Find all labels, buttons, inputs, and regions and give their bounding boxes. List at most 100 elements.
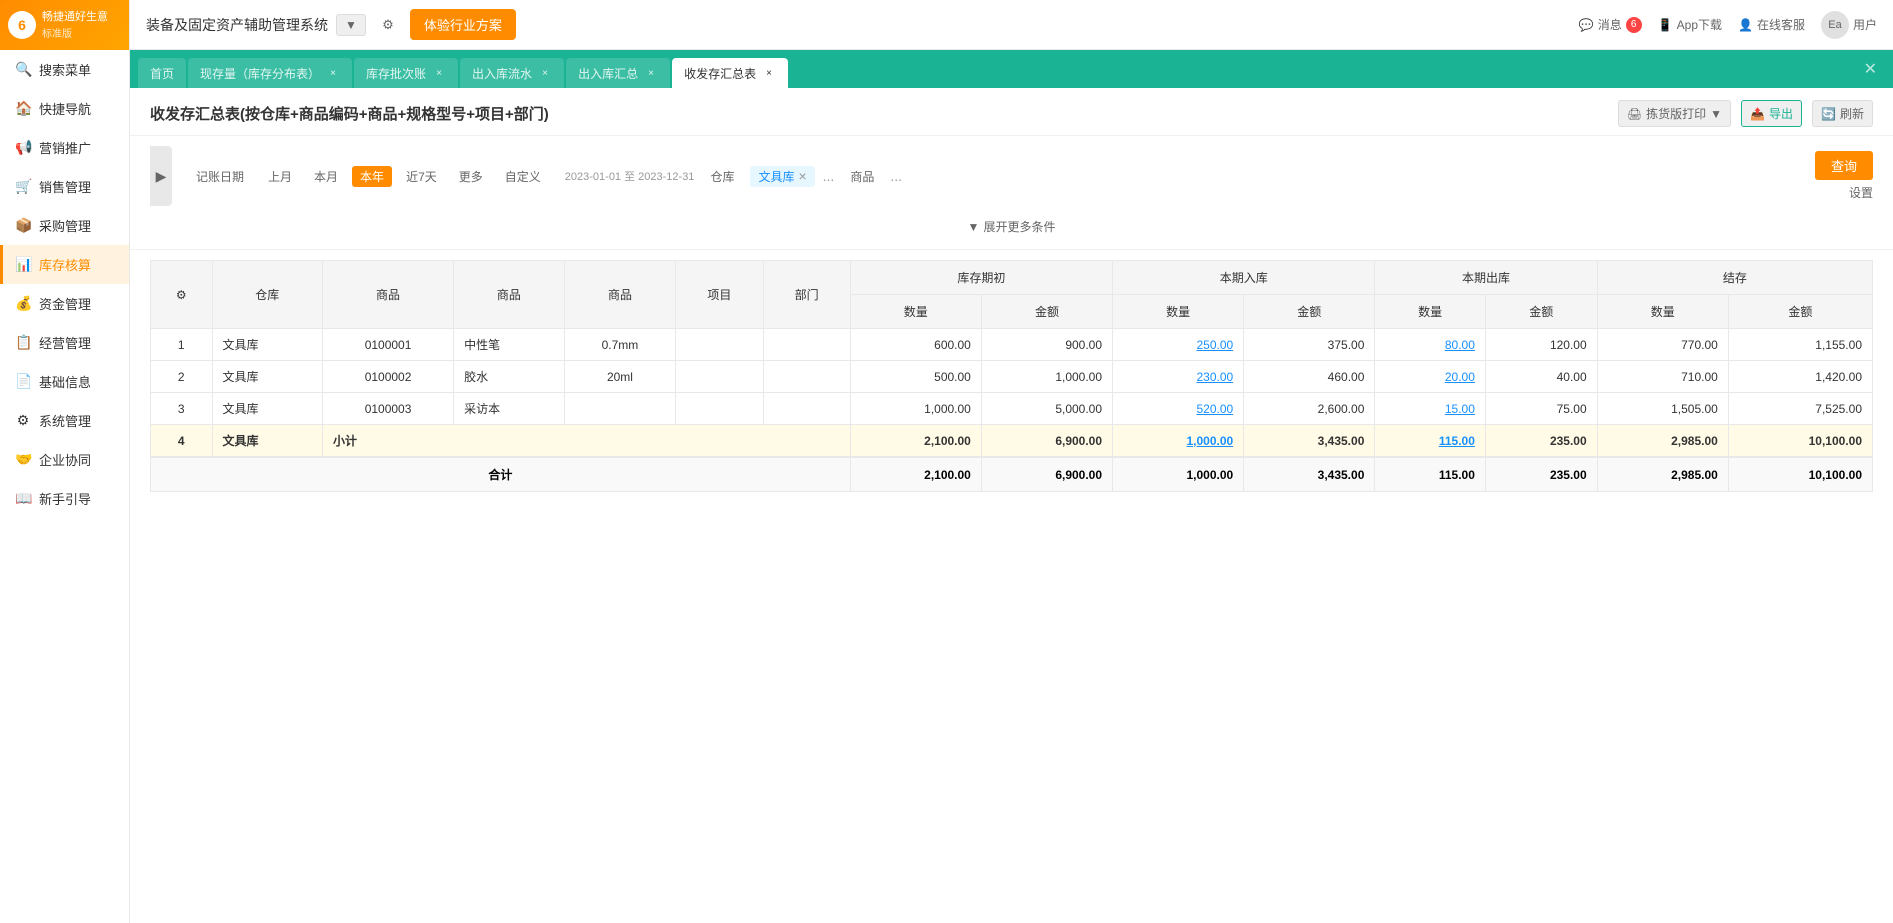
sidebar-item-operations[interactable]: 📋 经营管理	[0, 323, 129, 362]
cell-in-qty-2[interactable]: 520.00	[1113, 393, 1244, 425]
th-dept: 部门	[763, 261, 850, 329]
finance-icon: 💰	[15, 295, 31, 312]
tab-2[interactable]: 库存批次账 ×	[354, 58, 458, 88]
cell-out-qty-1[interactable]: 20.00	[1375, 361, 1486, 393]
sidebar-item-search[interactable]: 🔍 搜索菜单	[0, 50, 129, 89]
date-btn-7days[interactable]: 近7天	[398, 166, 445, 187]
marketing-label: 营销推广	[39, 138, 91, 157]
date-btn-more[interactable]: 更多	[451, 166, 491, 187]
tab-label-3: 出入库流水	[472, 65, 532, 82]
total-bal-qty: 2,985.00	[1597, 457, 1728, 492]
sidebar-item-marketing[interactable]: 📢 营销推广	[0, 128, 129, 167]
cell-out-amt-1: 40.00	[1485, 361, 1597, 393]
cell-out-qty-2[interactable]: 15.00	[1375, 393, 1486, 425]
th-in-group: 本期入库	[1113, 261, 1375, 295]
sidebar-item-collab[interactable]: 🤝 企业协同	[0, 440, 129, 479]
service-icon: 👤	[1738, 18, 1753, 32]
sidebar-item-basic-info[interactable]: 📄 基础信息	[0, 362, 129, 401]
cell-dept-2	[763, 393, 850, 425]
marketing-icon: 📢	[15, 139, 31, 156]
cell-in-qty-1[interactable]: 230.00	[1113, 361, 1244, 393]
th-code: 商品	[322, 261, 453, 329]
cell-init-amt-2: 5,000.00	[981, 393, 1112, 425]
date-btn-custom[interactable]: 自定义	[497, 166, 549, 187]
refresh-btn[interactable]: 🔄 刷新	[1812, 100, 1873, 127]
settings-link[interactable]: 设置	[1849, 184, 1873, 201]
th-out-group: 本期出库	[1375, 261, 1597, 295]
sidebar-item-quick-nav[interactable]: 🏠 快捷导航	[0, 89, 129, 128]
header-right: 💬 消息 6 📱 App下载 👤 在线客服 Ea 用户	[1579, 11, 1877, 39]
operations-label: 经营管理	[39, 333, 91, 352]
cell-code-1: 0100002	[322, 361, 453, 393]
table-row: 1 文具库 0100001 中性笔 0.7mm 600.00 900.00 25…	[151, 329, 1873, 361]
th-spec: 商品	[564, 261, 676, 329]
date-btn-this-year[interactable]: 本年	[352, 166, 392, 187]
goods-more-btn[interactable]: ...	[890, 168, 902, 184]
inventory-icon: 📊	[15, 256, 31, 273]
sidebar-item-finance[interactable]: 💰 资金管理	[0, 284, 129, 323]
cell-spec-1: 20ml	[564, 361, 676, 393]
table-area: ⚙ 仓库 商品 商品 商品 项目 部门 库存期初 本期入库 本期出库 结存 数量	[130, 250, 1893, 502]
user-action[interactable]: Ea 用户	[1821, 11, 1877, 39]
message-action[interactable]: 💬 消息 6	[1579, 16, 1642, 33]
sidebar-item-guide[interactable]: 📖 新手引导	[0, 479, 129, 518]
app-download-action[interactable]: 📱 App下载	[1658, 16, 1722, 33]
th-config[interactable]: ⚙	[151, 261, 213, 329]
message-icon: 💬	[1579, 18, 1594, 32]
tab-3[interactable]: 出入库流水 ×	[460, 58, 564, 88]
cell-bal-amt-0: 1,155.00	[1728, 329, 1872, 361]
warehouse-tag-close[interactable]: ×	[798, 168, 806, 184]
cell-spec-2	[564, 393, 676, 425]
system-icon: ⚙	[15, 412, 31, 429]
tabs-bar: 首页现存量（库存分布表）×库存批次账×出入库流水×出入库汇总×收发存汇总表× ✕	[130, 50, 1893, 88]
system-selector[interactable]: ▼	[336, 14, 366, 36]
filter-toggle-arrow[interactable]: ▶	[150, 146, 172, 206]
tab-4[interactable]: 出入库汇总×	[566, 58, 670, 88]
cell-name-1: 胶水	[454, 361, 564, 393]
tab-close-2[interactable]: ×	[432, 66, 446, 80]
subtotal-in-qty[interactable]: 1,000.00	[1113, 425, 1244, 458]
tab-5[interactable]: 收发存汇总表×	[672, 58, 788, 88]
tab-0[interactable]: 首页	[138, 58, 186, 88]
date-btn-this-month[interactable]: 本月	[306, 166, 346, 187]
th-in-amt: 金额	[1244, 295, 1375, 329]
system-title: 装备及固定资产辅助管理系统	[146, 15, 328, 35]
cell-bal-amt-2: 7,525.00	[1728, 393, 1872, 425]
cell-project-2	[676, 393, 763, 425]
main-content: 装备及固定资产辅助管理系统 ▼ ⚙ 体验行业方案 💬 消息 6 📱 App下载 …	[130, 0, 1893, 923]
tab-close-4[interactable]: ×	[644, 66, 658, 80]
phone-icon: 📱	[1658, 18, 1673, 32]
query-btn[interactable]: 查询	[1815, 151, 1873, 180]
cell-warehouse-2: 文具库	[212, 393, 322, 425]
tab-label-1: 现存量（库存分布表）	[200, 65, 320, 82]
print-btn[interactable]: 🖨 拣货版打印 ▼	[1618, 100, 1731, 127]
tab-1[interactable]: 现存量（库存分布表） ×	[188, 58, 352, 88]
sidebar-item-purchase[interactable]: 📦 采购管理	[0, 206, 129, 245]
message-label: 消息	[1598, 16, 1622, 33]
sidebar-item-sales[interactable]: 🛒 销售管理	[0, 167, 129, 206]
cell-in-qty-0[interactable]: 250.00	[1113, 329, 1244, 361]
tab-close-3[interactable]: ×	[538, 66, 552, 80]
basic-info-label: 基础信息	[39, 372, 91, 391]
expand-icon: ▼	[968, 220, 980, 234]
tab-label-2: 库存批次账	[366, 65, 426, 82]
export-btn[interactable]: 📤 导出	[1741, 100, 1802, 127]
cell-no-0: 1	[151, 329, 213, 361]
subtotal-in-amt: 3,435.00	[1244, 425, 1375, 458]
sidebar-item-inventory[interactable]: 📊 库存核算	[0, 245, 129, 284]
trial-button[interactable]: 体验行业方案	[410, 9, 516, 40]
sidebar-item-system[interactable]: ⚙ 系统管理	[0, 401, 129, 440]
purchase-icon: 📦	[15, 217, 31, 234]
warehouse-more-btn[interactable]: ...	[823, 168, 835, 184]
tab-close-5[interactable]: ×	[762, 66, 776, 80]
th-in-qty: 数量	[1113, 295, 1244, 329]
online-service-action[interactable]: 👤 在线客服	[1738, 16, 1805, 33]
subtotal-out-qty[interactable]: 115.00	[1375, 425, 1486, 458]
tab-close-1[interactable]: ×	[326, 66, 340, 80]
cell-out-qty-0[interactable]: 80.00	[1375, 329, 1486, 361]
header-settings-icon[interactable]: ⚙	[374, 11, 402, 39]
warehouse-tag[interactable]: 文具库 ×	[750, 166, 814, 187]
date-btn-last-month[interactable]: 上月	[260, 166, 300, 187]
close-all-tabs-btn[interactable]: ✕	[1856, 59, 1885, 79]
expand-more-btn[interactable]: ▼ 展开更多条件	[968, 218, 1056, 235]
